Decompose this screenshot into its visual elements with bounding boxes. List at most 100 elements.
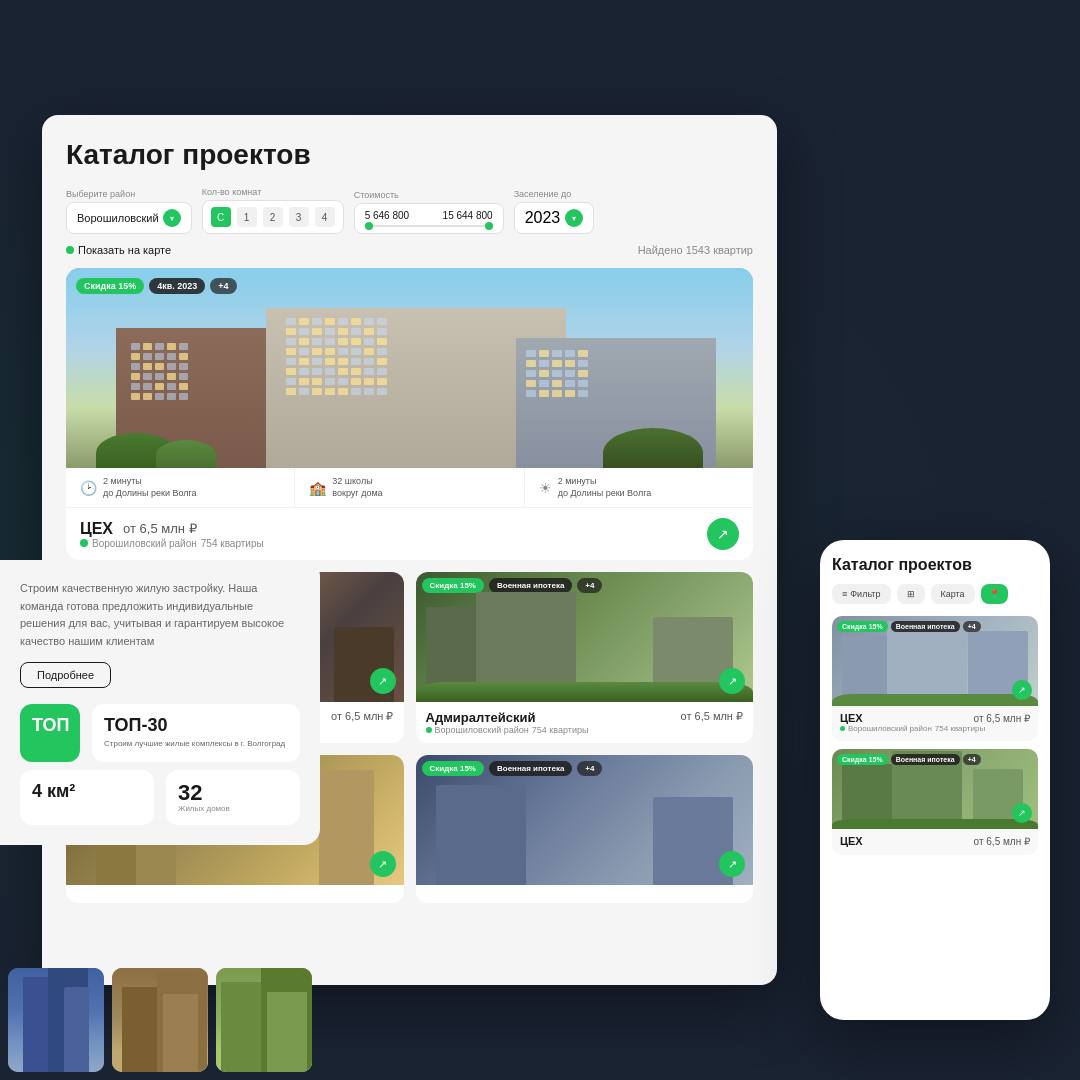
mobile-location-btn[interactable]: 📍 — [981, 584, 1008, 604]
small-tag-more-2: +4 — [577, 578, 602, 593]
bottom-photo-2 — [112, 968, 208, 1072]
gold-tower-3 — [163, 994, 198, 1072]
room-btn-3[interactable]: 3 — [289, 207, 309, 227]
district-select[interactable]: Ворошиловский ▾ — [66, 202, 192, 234]
main-property-card[interactable]: Скидка 15% 4кв. 2023 +4 🕑 2 минуты до До… — [66, 268, 753, 560]
small-card-4-body — [416, 885, 754, 903]
main-property-tags: Скидка 15% 4кв. 2023 +4 — [76, 278, 237, 294]
small-card-4-image: Скидка 15% Военная ипотека +4 ↗ — [416, 755, 754, 885]
chip-schools-line2: вокруг дома — [332, 488, 382, 500]
discount-tag: Скидка 15% — [76, 278, 144, 294]
price-label: Стоимость — [354, 190, 504, 200]
location-icon: 📍 — [989, 589, 1000, 599]
mobile-prop-1-body: ЦЕХ от 6,5 млн ₽ Ворошиловский район 754… — [832, 706, 1038, 741]
card4-building1 — [436, 785, 526, 885]
mobile-prop-2-name: ЦЕХ — [840, 835, 863, 847]
small-card-3-body — [66, 885, 404, 903]
stats-row-2: 4 км² 32 Жилых домов — [20, 770, 300, 825]
small-card-4[interactable]: Скидка 15% Военная ипотека +4 ↗ — [416, 755, 754, 903]
year-filter[interactable]: 2023 ▾ — [514, 202, 594, 234]
property-info-strip: 🕑 2 минуты до Долины реки Волга 🏫 32 шко… — [66, 468, 753, 508]
year-filter-group: Заселение до 2023 ▾ — [514, 189, 594, 234]
mobile-prop-1-name: ЦЕХ — [840, 712, 863, 724]
room-btn-2[interactable]: 2 — [263, 207, 283, 227]
small-card-2-body: Адмиралтейский от 6,5 млн ₽ Ворошиловски… — [416, 702, 754, 743]
mobile-prop-card-1[interactable]: Скидка 15% Военная ипотека +4 ↗ ЦЕХ от 6… — [832, 616, 1038, 741]
card3-building3 — [319, 770, 374, 885]
rooms-filter-group: Кол-во комнат С 1 2 3 4 — [202, 187, 344, 234]
filter-bar: Выберите район Ворошиловский ▾ Кол-во ко… — [66, 187, 753, 234]
mobile-map-btn[interactable]: Карта — [931, 584, 975, 604]
houses-card: 32 Жилых домов — [166, 770, 300, 825]
mobile-filter-btn[interactable]: ≡ Фильтр — [832, 584, 891, 604]
area-value: 4 км² — [32, 782, 142, 800]
quarter-tag: 4кв. 2023 — [149, 278, 205, 294]
small-card-2-image: Скидка 15% Военная ипотека +4 ↗ — [416, 572, 754, 702]
card2-trees — [416, 682, 754, 702]
main-property-arrow-btn[interactable]: ↗ — [707, 518, 739, 550]
mobile-prop-1-meta: Ворошиловский район 754 квартиры — [840, 724, 1030, 733]
rooms-filter: С 1 2 3 4 — [202, 200, 344, 234]
small-tag-discount-2: Скидка 15% — [422, 578, 484, 593]
mobile-prop-card-2[interactable]: Скидка 15% Военная ипотека +4 ↗ ЦЕХ от 6… — [832, 749, 1038, 855]
mobile-district-1: Ворошиловский район — [848, 724, 932, 733]
building-illustration — [66, 268, 753, 468]
details-button[interactable]: Подробнее — [20, 662, 111, 688]
tree-2 — [156, 440, 216, 468]
clock-icon: 🕑 — [80, 480, 97, 496]
small-tag-discount-4: Скидка 15% — [422, 761, 484, 776]
top30-value: ТОП-30 — [104, 716, 288, 734]
mob-tag-mortgage-2: Военная ипотека — [891, 754, 960, 765]
show-map-button[interactable]: Показать на карте — [66, 244, 171, 256]
district-label: Выберите район — [66, 189, 192, 199]
desktop-card: Каталог проектов Выберите район Ворошило… — [42, 115, 777, 985]
mobile-prop-1-price: от 6,5 млн ₽ — [974, 713, 1030, 724]
grid-icon: ⊞ — [907, 589, 915, 599]
mob-tag-discount-1: Скидка 15% — [837, 621, 888, 632]
year-label: Заселение до — [514, 189, 594, 199]
main-property-image: Скидка 15% 4кв. 2023 +4 — [66, 268, 753, 468]
green-tower-1 — [221, 982, 266, 1072]
small-card-4-arrow[interactable]: ↗ — [719, 851, 745, 877]
room-btn-1[interactable]: 1 — [237, 207, 257, 227]
district-filter-group: Выберите район Ворошиловский ▾ — [66, 189, 192, 234]
mobile-page-title: Каталог проектов — [832, 556, 1038, 574]
small-card-2-meta: Ворошиловский район 754 квартиры — [426, 725, 744, 735]
small-card-2-name: Адмиралтейский — [426, 710, 536, 725]
mobile-grid-btn[interactable]: ⊞ — [897, 584, 925, 604]
top-badge-text: ТОП — [32, 716, 68, 734]
room-btn-studio[interactable]: С — [211, 207, 231, 227]
small-card-1-arrow[interactable]: ↗ — [370, 668, 396, 694]
small-card-2[interactable]: Скидка 15% Военная ипотека +4 ↗ Адмиралт… — [416, 572, 754, 743]
houses-label: Жилых домов — [178, 804, 288, 813]
info-chip-schools: 🏫 32 школы вокруг дома — [295, 468, 524, 507]
mobile-card-1-arrow[interactable]: ↗ — [1012, 680, 1032, 700]
chip-sun-line1: 2 минуты — [558, 476, 652, 488]
show-map-label: Показать на карте — [78, 244, 171, 256]
price-slider — [365, 225, 493, 227]
year-value: 2023 — [525, 209, 561, 227]
mobile-apts-1: 754 квартиры — [935, 724, 985, 733]
small-card-2-dot — [426, 727, 432, 733]
mobile-prop-2-price: от 6,5 млн ₽ — [974, 836, 1030, 847]
small-card-2-price: от 6,5 млн ₽ — [681, 710, 743, 723]
chip-time1-line1: 2 минуты — [103, 476, 197, 488]
mobile-card-2-arrow[interactable]: ↗ — [1012, 803, 1032, 823]
page-title: Каталог проектов — [66, 139, 753, 171]
price-slider-fill — [365, 225, 493, 227]
found-count: Найдено 1543 квартир — [638, 244, 753, 256]
mobile-prop-1-image: Скидка 15% Военная ипотека +4 ↗ — [832, 616, 1038, 706]
location-dot-icon — [80, 539, 88, 547]
small-card-2-tags: Скидка 15% Военная ипотека +4 — [422, 578, 603, 593]
mobile-card-1-tags: Скидка 15% Военная ипотека +4 — [837, 621, 981, 632]
chip-schools-line1: 32 школы — [332, 476, 382, 488]
main-property-district: Ворошиловский район — [92, 538, 197, 549]
room-btn-4[interactable]: 4 — [315, 207, 335, 227]
gold-tower-1 — [122, 987, 162, 1072]
small-card-3-arrow[interactable]: ↗ — [370, 851, 396, 877]
mb2-trees — [832, 819, 1038, 829]
price-filter[interactable]: 5 646 800 15 644 800 — [354, 203, 504, 234]
main-property-price: от 6,5 млн ₽ — [123, 521, 197, 536]
mobile-card: Каталог проектов ≡ Фильтр ⊞ Карта 📍 — [820, 540, 1050, 1020]
mobile-prop-2-body: ЦЕХ от 6,5 млн ₽ — [832, 829, 1038, 855]
